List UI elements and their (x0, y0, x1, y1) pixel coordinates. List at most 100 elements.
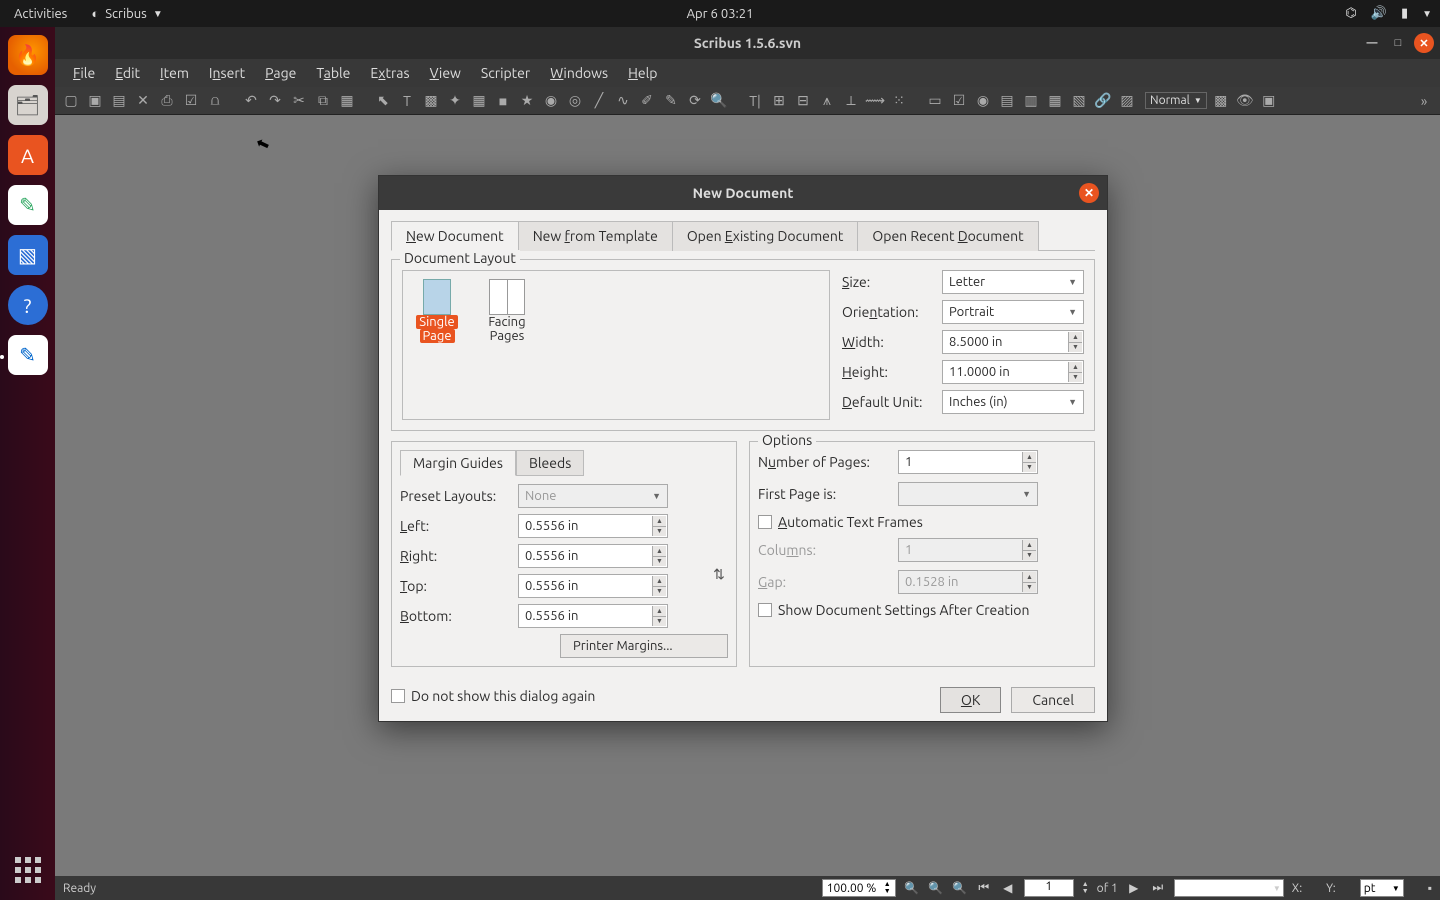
num-pages-spin[interactable]: 1▲▼ (898, 450, 1038, 474)
tab-open-recent[interactable]: Open Recent Document (857, 221, 1038, 251)
pdf-radio-icon[interactable]: ◉ (973, 91, 993, 111)
top-margin-spin[interactable]: 0.5556 in▲▼ (518, 574, 668, 598)
dock-apps-grid-icon[interactable] (8, 850, 48, 890)
arc-icon[interactable]: ◉ (541, 91, 561, 111)
pdf-textfield-icon[interactable]: ▤ (997, 91, 1017, 111)
show-settings-after-check[interactable]: Show Document Settings After Creation (758, 602, 1086, 618)
size-combo[interactable]: Letter▼ (942, 270, 1084, 294)
menu-file[interactable]: File (65, 62, 103, 84)
select-icon[interactable]: ⬉ (373, 91, 393, 111)
next-page-icon[interactable]: ▶ (1126, 881, 1142, 895)
prev-page-icon[interactable]: ◀ (1000, 881, 1016, 895)
unlinkframes-icon[interactable]: ⩚ (817, 91, 837, 111)
imageframe-icon[interactable]: ▩ (421, 91, 441, 111)
pdf-annotation-icon[interactable]: ▧ (1069, 91, 1089, 111)
dont-show-again-check[interactable]: Do not show this dialog again (391, 688, 930, 704)
chevron-down-icon[interactable]: ▼ (1422, 8, 1432, 20)
zoom-combo[interactable]: 100.00 % ▲▼ (822, 879, 896, 897)
menu-table[interactable]: Table (308, 62, 358, 84)
layer-combo[interactable]: ▼ (1174, 879, 1284, 897)
toolbar-overflow-icon[interactable]: » (1414, 91, 1434, 111)
close-button[interactable]: ✕ (1414, 33, 1434, 53)
tab-open-existing[interactable]: Open Existing Document (672, 221, 859, 251)
textframe-icon[interactable]: T (397, 91, 417, 111)
cut-icon[interactable]: ✂ (289, 91, 309, 111)
tab-new-from-template[interactable]: New from Template (518, 221, 673, 251)
renderframe-icon[interactable]: ✦ (445, 91, 465, 111)
undo-icon[interactable]: ↶ (241, 91, 261, 111)
preview-icon[interactable]: 👁 (1235, 91, 1255, 111)
left-margin-spin[interactable]: 0.5556 in▲▼ (518, 514, 668, 538)
status-extra-icon[interactable]: ▪ (1428, 881, 1432, 895)
dock-texteditor-icon[interactable]: ✎ (8, 185, 48, 225)
menu-view[interactable]: View (422, 62, 469, 84)
menu-edit[interactable]: Edit (107, 62, 148, 84)
tab-margin-guides[interactable]: Margin Guides (400, 450, 516, 476)
zoom-in-icon[interactable]: 🔍 (952, 881, 968, 895)
zoom-icon[interactable]: 🔍 (709, 91, 729, 111)
cancel-button[interactable]: Cancel (1011, 687, 1095, 713)
pdf-icon[interactable]: ⩍ (205, 91, 225, 111)
calligraphy-icon[interactable]: ✎ (661, 91, 681, 111)
right-margin-spin[interactable]: 0.5556 in▲▼ (518, 544, 668, 568)
measure-icon[interactable]: ⟂ (841, 91, 861, 111)
first-page-icon[interactable]: ⏮ (976, 881, 992, 895)
printer-margins-button[interactable]: Printer Margins... (560, 634, 728, 658)
pdf-checkbox-icon[interactable]: ☑ (949, 91, 969, 111)
default-unit-combo[interactable]: Inches (in)▼ (942, 390, 1084, 414)
bezier-icon[interactable]: ∿ (613, 91, 633, 111)
page-number-input[interactable]: 1 (1024, 879, 1074, 897)
dock-firefox-icon[interactable]: 🔥 (8, 35, 48, 75)
copyprops-icon[interactable]: ⟿ (865, 91, 885, 111)
width-spin[interactable]: 8.5000 in▲▼ (942, 330, 1084, 354)
menu-scripter[interactable]: Scripter (473, 62, 538, 84)
dock-help-icon[interactable]: ? (8, 285, 48, 325)
menu-help[interactable]: Help (620, 62, 665, 84)
dialog-close-button[interactable]: ✕ (1079, 183, 1099, 203)
line-icon[interactable]: ╱ (589, 91, 609, 111)
pdf-pushbutton-icon[interactable]: ▭ (925, 91, 945, 111)
freehand-icon[interactable]: ✐ (637, 91, 657, 111)
maximize-button[interactable]: □ (1388, 33, 1408, 53)
print-icon[interactable]: ⎙ (157, 91, 177, 111)
copy-icon[interactable]: ⧉ (313, 91, 333, 111)
table-icon[interactable]: ▦ (469, 91, 489, 111)
new-icon[interactable]: ▢ (61, 91, 81, 111)
tab-new-document[interactable]: New Document (391, 221, 519, 251)
layout-facing-pages[interactable]: Facing Pages (481, 279, 533, 411)
view-quality-combo[interactable]: Normal ▼ (1145, 92, 1207, 109)
minimize-button[interactable]: — (1362, 33, 1382, 53)
preflight-icon[interactable]: ☑ (181, 91, 201, 111)
redo-icon[interactable]: ↷ (265, 91, 285, 111)
layout-listbox[interactable]: Single Page Facing Pages (402, 270, 830, 420)
activities-button[interactable]: Activities (0, 7, 81, 21)
dock-scribus-icon[interactable]: ✎ (8, 335, 48, 375)
eyedropper-icon[interactable]: ⁙ (889, 91, 909, 111)
close-icon[interactable]: ✕ (133, 91, 153, 111)
paste-icon[interactable]: ▦ (337, 91, 357, 111)
pdf-listbox-icon[interactable]: ▦ (1045, 91, 1065, 111)
linkframes-icon[interactable]: ⊟ (793, 91, 813, 111)
spiral-icon[interactable]: ◎ (565, 91, 585, 111)
link-margins-icon[interactable]: ⇅ (710, 566, 728, 583)
pdf-combobox-icon[interactable]: ▥ (1021, 91, 1041, 111)
edittext-icon[interactable]: T| (745, 91, 765, 111)
menu-page[interactable]: Page (257, 62, 304, 84)
pdf-link-icon[interactable]: 🔗 (1093, 91, 1113, 111)
unit-combo[interactable]: pt ▼ (1360, 879, 1404, 897)
network-icon[interactable]: ⌬ (1345, 6, 1356, 21)
dock-software-icon[interactable]: A (8, 135, 48, 175)
dock-files-icon[interactable]: 🗂 (8, 85, 48, 125)
last-page-icon[interactable]: ⏭ (1150, 881, 1166, 895)
menu-insert[interactable]: Insert (201, 62, 253, 84)
height-spin[interactable]: 11.0000 in▲▼ (942, 360, 1084, 384)
rotate-icon[interactable]: ⟳ (685, 91, 705, 111)
storyeditor-icon[interactable]: ⊞ (769, 91, 789, 111)
battery-icon[interactable]: ▮ (1401, 6, 1408, 21)
save-icon[interactable]: ▤ (109, 91, 129, 111)
pdf-3d-icon[interactable]: ▨ (1117, 91, 1137, 111)
system-tray[interactable]: ⌬ 🔊 ▮ ▼ (1345, 6, 1432, 21)
zoom-reset-icon[interactable]: 🔍 (928, 881, 944, 895)
menu-extras[interactable]: Extras (362, 62, 417, 84)
polygon-icon[interactable]: ★ (517, 91, 537, 111)
